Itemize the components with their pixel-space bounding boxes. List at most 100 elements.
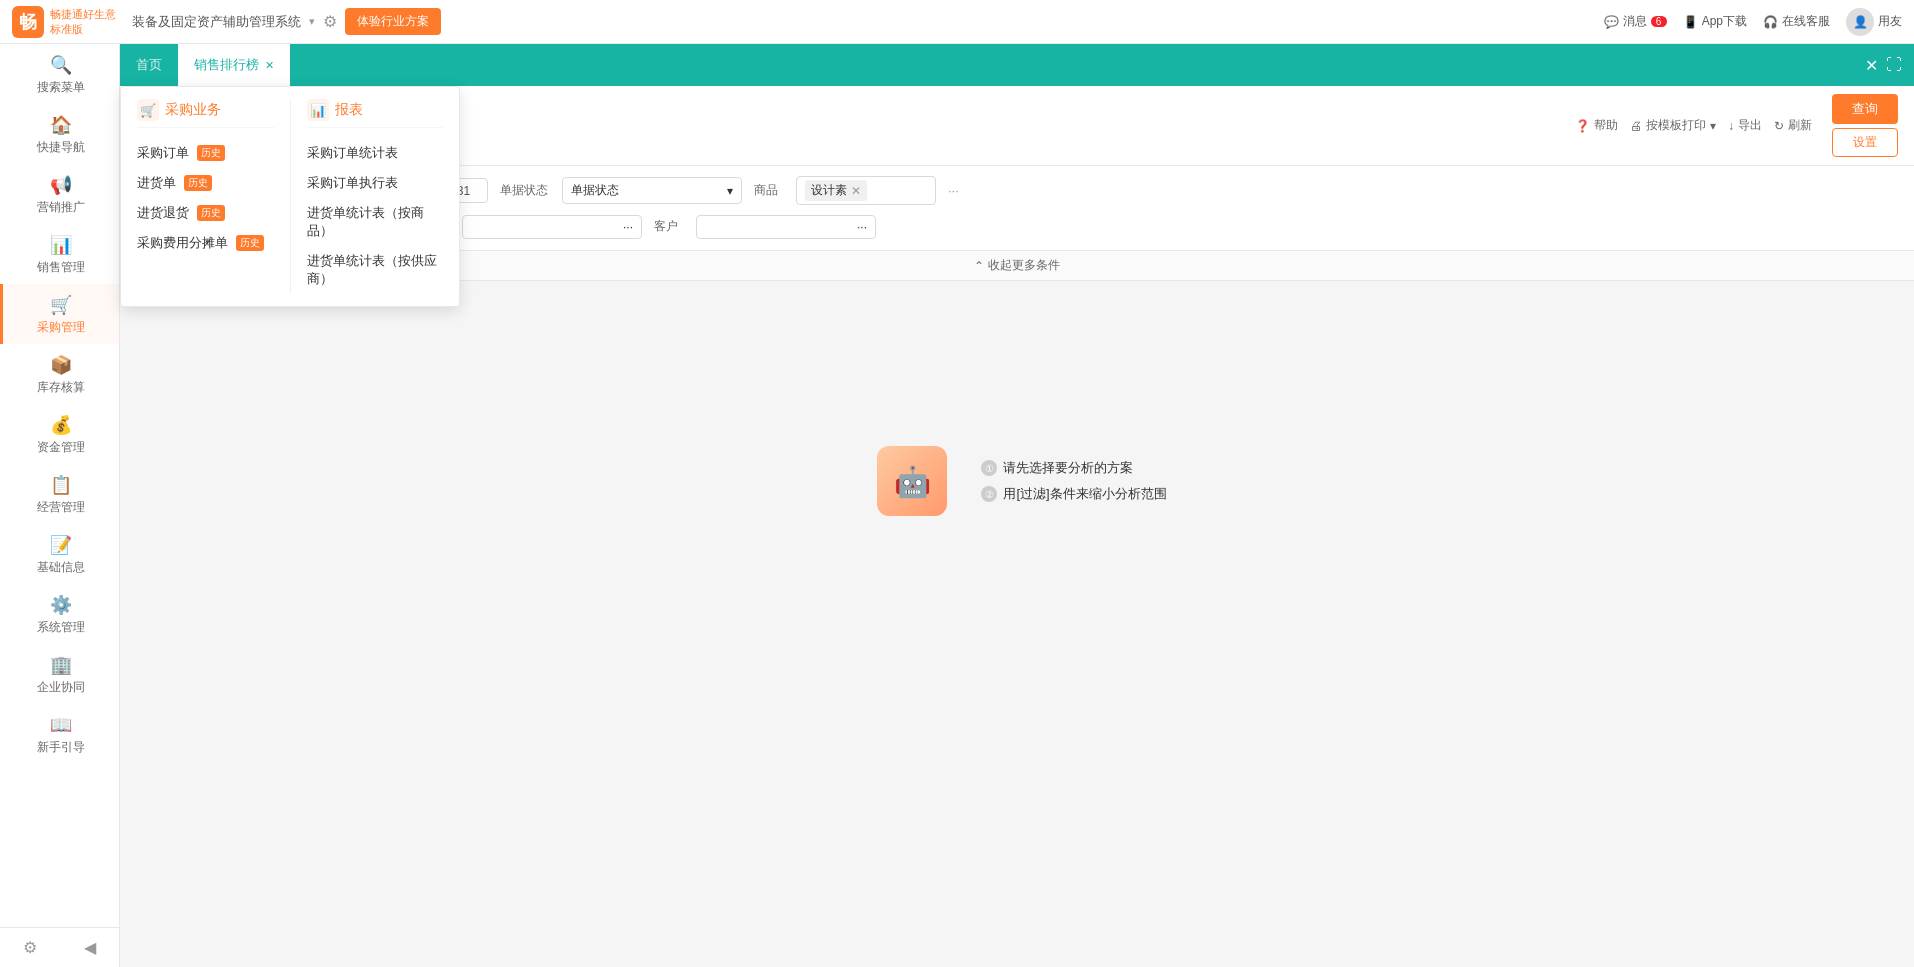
tab-bar: 首页 销售排行榜 ✕ ✕ ⛶ xyxy=(120,44,1914,86)
sidebar-item-marketing[interactable]: 📢 营销推广 xyxy=(0,164,119,224)
customer-label: 客户 xyxy=(654,218,684,235)
report-item-2[interactable]: 进货单统计表（按商品） xyxy=(307,198,444,246)
sidebar-settings-icon[interactable]: ⚙ xyxy=(23,938,37,957)
sidebar-label-inventory: 库存核算 xyxy=(37,379,85,396)
purchase-item-1[interactable]: 进货单历史 xyxy=(137,168,274,198)
print-arrow-icon: ▾ xyxy=(1710,119,1716,133)
sidebar-label-enterprise: 企业协同 xyxy=(37,679,85,696)
salesman-more-icon[interactable]: ··· xyxy=(623,220,633,234)
online-service-action[interactable]: 🎧 在线客服 xyxy=(1763,13,1830,30)
message-badge: 6 xyxy=(1651,16,1667,27)
purchase-item-2[interactable]: 进货退货历史 xyxy=(137,198,274,228)
sidebar-label-baseinfo: 基础信息 xyxy=(37,559,85,576)
salesman-select[interactable]: ··· xyxy=(462,215,642,239)
finance-icon: 💰 xyxy=(50,414,72,436)
phone-icon: 📱 xyxy=(1683,15,1698,29)
top-bar-right: 💬 消息 6 📱 App下载 🎧 在线客服 👤 用友 xyxy=(1604,8,1902,36)
sidebar-label-quicknav: 快捷导航 xyxy=(37,139,85,156)
status-label: 单据状态 xyxy=(500,182,550,199)
sidebar-item-guide[interactable]: 📖 新手引导 xyxy=(0,704,119,764)
status-select[interactable]: 单据状态 ▾ xyxy=(562,177,742,204)
system-title: 装备及固定资产辅助管理系统 xyxy=(132,13,301,31)
sidebar-label-guide: 新手引导 xyxy=(37,739,85,756)
dropdown-menu: 🛒 采购业务 采购订单历史进货单历史进货退货历史采购费用分摊单历史 📊 报表 采… xyxy=(120,86,460,307)
tab-label-home: 首页 xyxy=(136,56,162,74)
system-icon: ⚙️ xyxy=(50,594,72,616)
print-btn[interactable]: 🖨 按模板打印 ▾ xyxy=(1630,117,1716,134)
sidebar-label-operation: 经营管理 xyxy=(37,499,85,516)
marketing-icon: 📢 xyxy=(50,174,72,196)
print-icon: 🖨 xyxy=(1630,119,1642,133)
top-bar-center: 装备及固定资产辅助管理系统 ▾ ⚙ 体验行业方案 xyxy=(132,8,1604,35)
sidebar-item-quicknav[interactable]: 🏠 快捷导航 xyxy=(0,104,119,164)
sidebar-item-inventory[interactable]: 📦 库存核算 xyxy=(0,344,119,404)
purchase-item-3[interactable]: 采购费用分摊单历史 xyxy=(137,228,274,258)
sidebar-item-purchase[interactable]: 🛒 采购管理 xyxy=(0,284,119,344)
empty-tip-2: ② 用[过滤]条件来缩小分析范围 xyxy=(981,485,1166,503)
empty-illustration: 🤖 xyxy=(877,446,947,516)
sidebar-bottom: ⚙ ◀ xyxy=(0,927,119,967)
sidebar-label-search: 搜索菜单 xyxy=(37,79,85,96)
report-item-0[interactable]: 采购订单统计表 xyxy=(307,138,444,168)
message-action[interactable]: 💬 消息 6 xyxy=(1604,13,1667,30)
sidebar-item-finance[interactable]: 💰 资金管理 xyxy=(0,404,119,464)
settings-gear-icon[interactable]: ⚙ xyxy=(323,12,337,31)
sidebar-label-purchase: 采购管理 xyxy=(37,319,85,336)
avatar: 👤 xyxy=(1846,8,1874,36)
sidebar: 🔍 搜索菜单 🏠 快捷导航 📢 营销推广 📊 销售管理 🛒 采购管理 📦 库存核… xyxy=(0,44,120,967)
export-btn[interactable]: ↓ 导出 xyxy=(1728,117,1762,134)
query-btn[interactable]: 查询 xyxy=(1832,94,1898,124)
empty-tips: ① 请先选择要分析的方案 ② 用[过滤]条件来缩小分析范围 xyxy=(981,459,1166,503)
report-col-header: 📊 报表 xyxy=(307,99,444,128)
refresh-icon: ↻ xyxy=(1774,119,1784,133)
export-icon: ↓ xyxy=(1728,119,1734,133)
history-badge: 历史 xyxy=(197,205,225,221)
sidebar-item-baseinfo[interactable]: 📝 基础信息 xyxy=(0,524,119,584)
tab-home[interactable]: 首页 xyxy=(120,44,178,86)
close-window-icon[interactable]: ✕ xyxy=(1865,56,1878,75)
search-icon: 🔍 xyxy=(50,54,72,76)
goods-label: 商品 xyxy=(754,182,784,199)
goods-input[interactable]: 设计素 ✕ xyxy=(796,176,936,205)
expand-icon[interactable]: ⛶ xyxy=(1886,56,1902,74)
refresh-btn[interactable]: ↻ 刷新 xyxy=(1774,117,1812,134)
industry-btn[interactable]: 体验行业方案 xyxy=(345,8,441,35)
logo-icon: 畅 xyxy=(12,6,44,38)
customer-more-icon[interactable]: ··· xyxy=(857,220,867,234)
help-btn[interactable]: ❓ 帮助 xyxy=(1575,117,1618,134)
filter-settings-btn[interactable]: 设置 xyxy=(1832,128,1898,157)
baseinfo-icon: 📝 xyxy=(50,534,72,556)
tab-label-salesrank: 销售排行榜 xyxy=(194,56,259,74)
history-badge: 历史 xyxy=(197,145,225,161)
purchase-item-0[interactable]: 采购订单历史 xyxy=(137,138,274,168)
tab-salesrank[interactable]: 销售排行榜 ✕ xyxy=(178,44,290,86)
dropdown-arrow-icon: ▾ xyxy=(727,184,733,198)
sidebar-item-system[interactable]: ⚙️ 系统管理 xyxy=(0,584,119,644)
top-bar: 畅 畅捷通好生意 标准版 装备及固定资产辅助管理系统 ▾ ⚙ 体验行业方案 💬 … xyxy=(0,0,1914,44)
goods-tag: 设计素 ✕ xyxy=(805,180,867,201)
logo-text: 畅捷通好生意 标准版 xyxy=(50,7,116,36)
sidebar-item-enterprise[interactable]: 🏢 企业协同 xyxy=(0,644,119,704)
tab-close-icon-salesrank[interactable]: ✕ xyxy=(265,59,274,72)
report-col-icon: 📊 xyxy=(307,99,329,121)
goods-tag-close-icon[interactable]: ✕ xyxy=(851,184,861,198)
sidebar-collapse-icon[interactable]: ◀ xyxy=(84,938,96,957)
app-download-action[interactable]: 📱 App下载 xyxy=(1683,13,1747,30)
purchase-col-header: 🛒 采购业务 xyxy=(137,99,274,128)
title-arrow-icon[interactable]: ▾ xyxy=(309,15,315,28)
report-item-1[interactable]: 采购订单执行表 xyxy=(307,168,444,198)
sales-icon: 📊 xyxy=(50,234,72,256)
report-item-3[interactable]: 进货单统计表（按供应商） xyxy=(307,246,444,294)
goods-more-icon[interactable]: ··· xyxy=(948,183,959,198)
sidebar-item-search[interactable]: 🔍 搜索菜单 xyxy=(0,44,119,104)
user-action[interactable]: 👤 用友 xyxy=(1846,8,1902,36)
sidebar-label-marketing: 营销推广 xyxy=(37,199,85,216)
purchase-icon: 🛒 xyxy=(50,294,72,316)
sidebar-label-sales: 销售管理 xyxy=(37,259,85,276)
empty-state: 🤖 ① 请先选择要分析的方案 ② 用[过滤]条件来缩小分析范围 xyxy=(120,281,1914,681)
empty-tip-1: ① 请先选择要分析的方案 xyxy=(981,459,1166,477)
customer-select[interactable]: ··· xyxy=(696,215,876,239)
sidebar-item-sales[interactable]: 📊 销售管理 xyxy=(0,224,119,284)
dropdown-columns: 🛒 采购业务 采购订单历史进货单历史进货退货历史采购费用分摊单历史 📊 报表 采… xyxy=(121,99,459,294)
sidebar-item-operation[interactable]: 📋 经营管理 xyxy=(0,464,119,524)
